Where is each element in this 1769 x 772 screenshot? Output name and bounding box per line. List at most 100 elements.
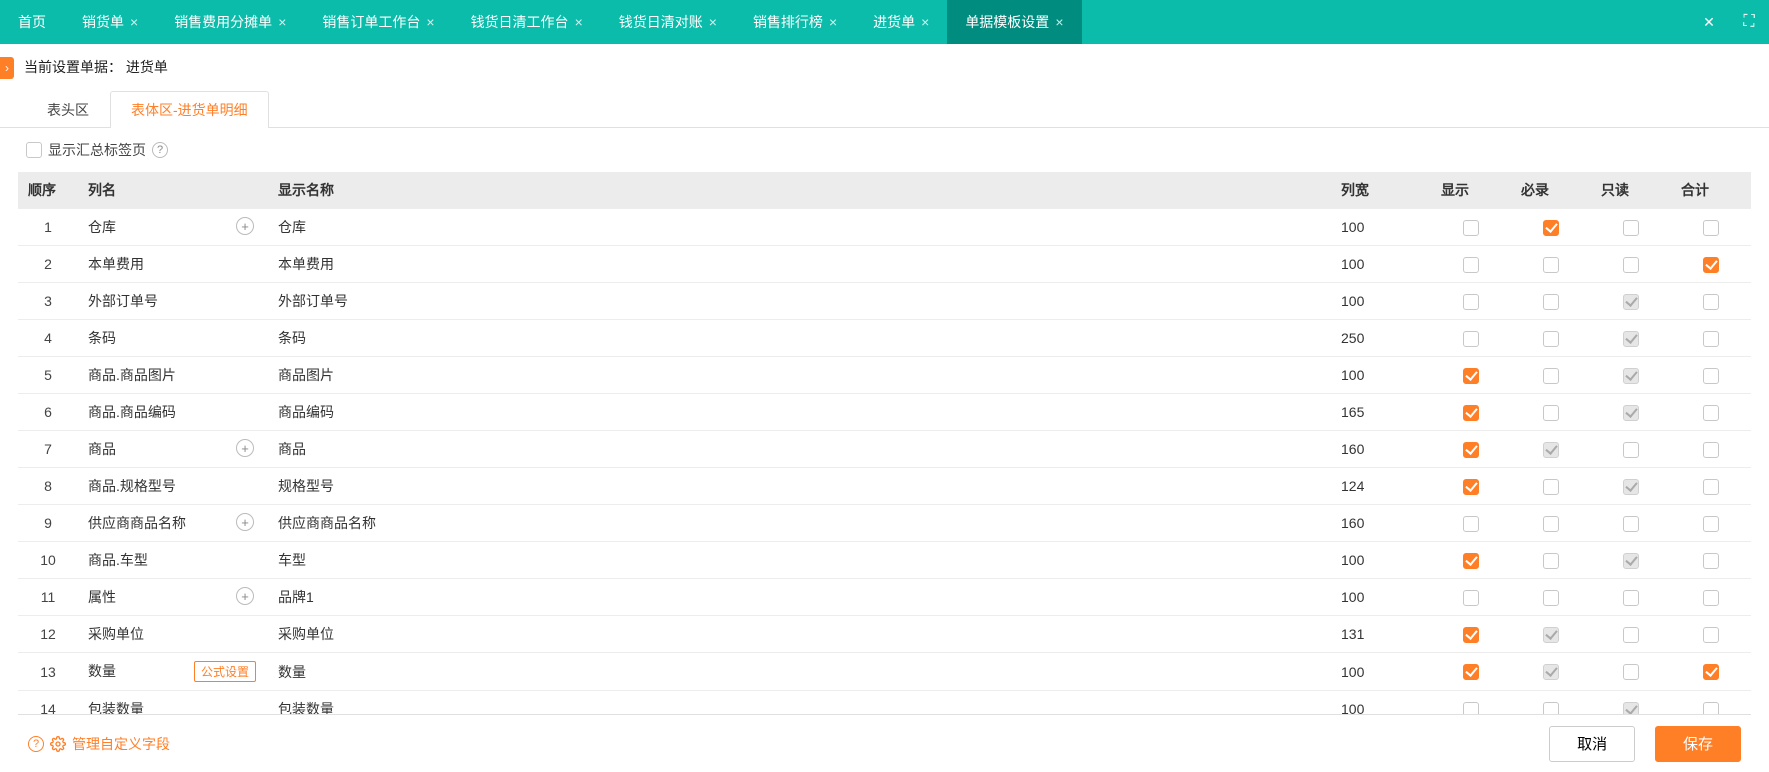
cell-width[interactable]: 100 [1331, 209, 1431, 246]
close-icon[interactable]: × [921, 14, 929, 30]
show-checkbox[interactable] [1463, 220, 1479, 236]
table-row[interactable]: 2本单费用本单费用100 [18, 246, 1751, 283]
cell-width[interactable]: 250 [1331, 320, 1431, 357]
tab-5[interactable]: 钱货日清对账× [601, 0, 735, 44]
sum-checkbox[interactable] [1703, 664, 1719, 680]
th-display[interactable]: 显示名称 [268, 172, 1331, 209]
sum-checkbox[interactable] [1703, 331, 1719, 347]
summary-checkbox[interactable] [26, 142, 42, 158]
cell-width[interactable]: 160 [1331, 505, 1431, 542]
cell-display[interactable]: 车型 [268, 542, 1331, 579]
show-checkbox[interactable] [1463, 294, 1479, 310]
show-checkbox[interactable] [1463, 664, 1479, 680]
sum-checkbox[interactable] [1703, 442, 1719, 458]
required-checkbox[interactable] [1543, 516, 1559, 532]
table-row[interactable]: 8商品.规格型号规格型号124 [18, 468, 1751, 505]
cell-width[interactable]: 165 [1331, 394, 1431, 431]
add-icon[interactable]: + [236, 439, 254, 457]
required-checkbox[interactable] [1543, 702, 1559, 714]
add-icon[interactable]: + [236, 217, 254, 235]
readonly-checkbox[interactable] [1623, 516, 1639, 532]
show-checkbox[interactable] [1463, 368, 1479, 384]
cell-display[interactable]: 数量 [268, 653, 1331, 691]
readonly-checkbox[interactable] [1623, 257, 1639, 273]
table-row[interactable]: 3外部订单号外部订单号100 [18, 283, 1751, 320]
sum-checkbox[interactable] [1703, 220, 1719, 236]
cell-display[interactable]: 本单费用 [268, 246, 1331, 283]
cell-width[interactable]: 160 [1331, 431, 1431, 468]
show-checkbox[interactable] [1463, 516, 1479, 532]
cell-display[interactable]: 包装数量 [268, 691, 1331, 715]
table-row[interactable]: 4条码条码250 [18, 320, 1751, 357]
readonly-checkbox[interactable] [1623, 664, 1639, 680]
sum-checkbox[interactable] [1703, 627, 1719, 643]
cell-display[interactable]: 商品 [268, 431, 1331, 468]
close-icon[interactable]: × [130, 14, 138, 30]
required-checkbox[interactable] [1543, 220, 1559, 236]
table-row[interactable]: 1仓库+仓库100 [18, 209, 1751, 246]
save-button[interactable]: 保存 [1655, 726, 1741, 762]
table-row[interactable]: 10商品.车型车型100 [18, 542, 1751, 579]
table-row[interactable]: 12采购单位采购单位131 [18, 616, 1751, 653]
required-checkbox[interactable] [1543, 479, 1559, 495]
close-all-tabs-button[interactable]: ✕ [1689, 0, 1729, 44]
table-row[interactable]: 13数量公式设置数量100 [18, 653, 1751, 691]
tab-0[interactable]: 首页 [0, 0, 64, 44]
show-checkbox[interactable] [1463, 590, 1479, 606]
close-icon[interactable]: × [426, 14, 434, 30]
cell-width[interactable]: 100 [1331, 542, 1431, 579]
help-icon[interactable]: ? [152, 142, 168, 158]
cell-display[interactable]: 品牌1 [268, 579, 1331, 616]
th-name[interactable]: 列名 [78, 172, 268, 209]
tab-1[interactable]: 销货单× [64, 0, 156, 44]
required-checkbox[interactable] [1543, 368, 1559, 384]
readonly-checkbox[interactable] [1623, 590, 1639, 606]
readonly-checkbox[interactable] [1623, 627, 1639, 643]
close-icon[interactable]: × [1055, 14, 1063, 30]
th-required[interactable]: 必录 [1511, 172, 1591, 209]
show-checkbox[interactable] [1463, 257, 1479, 273]
cell-width[interactable]: 100 [1331, 283, 1431, 320]
table-scroll[interactable]: 顺序 列名 显示名称 列宽 显示 必录 只读 合计 1仓库+仓库1002本单费用… [18, 172, 1751, 714]
sum-checkbox[interactable] [1703, 479, 1719, 495]
cell-width[interactable]: 100 [1331, 357, 1431, 394]
show-checkbox[interactable] [1463, 479, 1479, 495]
cell-display[interactable]: 仓库 [268, 209, 1331, 246]
cell-width[interactable]: 124 [1331, 468, 1431, 505]
show-checkbox[interactable] [1463, 702, 1479, 714]
close-icon[interactable]: × [829, 14, 837, 30]
cell-display[interactable]: 外部订单号 [268, 283, 1331, 320]
required-checkbox[interactable] [1543, 294, 1559, 310]
cell-width[interactable]: 100 [1331, 246, 1431, 283]
table-row[interactable]: 6商品.商品编码商品编码165 [18, 394, 1751, 431]
sum-checkbox[interactable] [1703, 702, 1719, 714]
table-row[interactable]: 5商品.商品图片商品图片100 [18, 357, 1751, 394]
cell-display[interactable]: 供应商商品名称 [268, 505, 1331, 542]
sum-checkbox[interactable] [1703, 257, 1719, 273]
cell-display[interactable]: 条码 [268, 320, 1331, 357]
sum-checkbox[interactable] [1703, 590, 1719, 606]
table-row[interactable]: 11属性+品牌1100 [18, 579, 1751, 616]
required-checkbox[interactable] [1543, 257, 1559, 273]
manage-custom-fields-link[interactable]: ? 管理自定义字段 [28, 734, 170, 754]
sidebar-expand-handle[interactable]: › [0, 57, 14, 79]
show-checkbox[interactable] [1463, 331, 1479, 347]
th-readonly[interactable]: 只读 [1591, 172, 1671, 209]
add-icon[interactable]: + [236, 587, 254, 605]
cell-width[interactable]: 100 [1331, 579, 1431, 616]
sum-checkbox[interactable] [1703, 405, 1719, 421]
table-row[interactable]: 14包装数量包装数量100 [18, 691, 1751, 715]
table-row[interactable]: 7商品+商品160 [18, 431, 1751, 468]
subtab-1[interactable]: 表体区-进货单明细 [110, 91, 269, 128]
cell-width[interactable]: 100 [1331, 691, 1431, 715]
add-icon[interactable]: + [236, 513, 254, 531]
required-checkbox[interactable] [1543, 590, 1559, 606]
tab-3[interactable]: 销售订单工作台× [304, 0, 452, 44]
close-icon[interactable]: × [709, 14, 717, 30]
subtab-0[interactable]: 表头区 [26, 91, 110, 128]
th-sum[interactable]: 合计 [1671, 172, 1751, 209]
readonly-checkbox[interactable] [1623, 220, 1639, 236]
show-checkbox[interactable] [1463, 405, 1479, 421]
tab-8[interactable]: 单据模板设置× [947, 0, 1081, 44]
close-icon[interactable]: × [278, 14, 286, 30]
